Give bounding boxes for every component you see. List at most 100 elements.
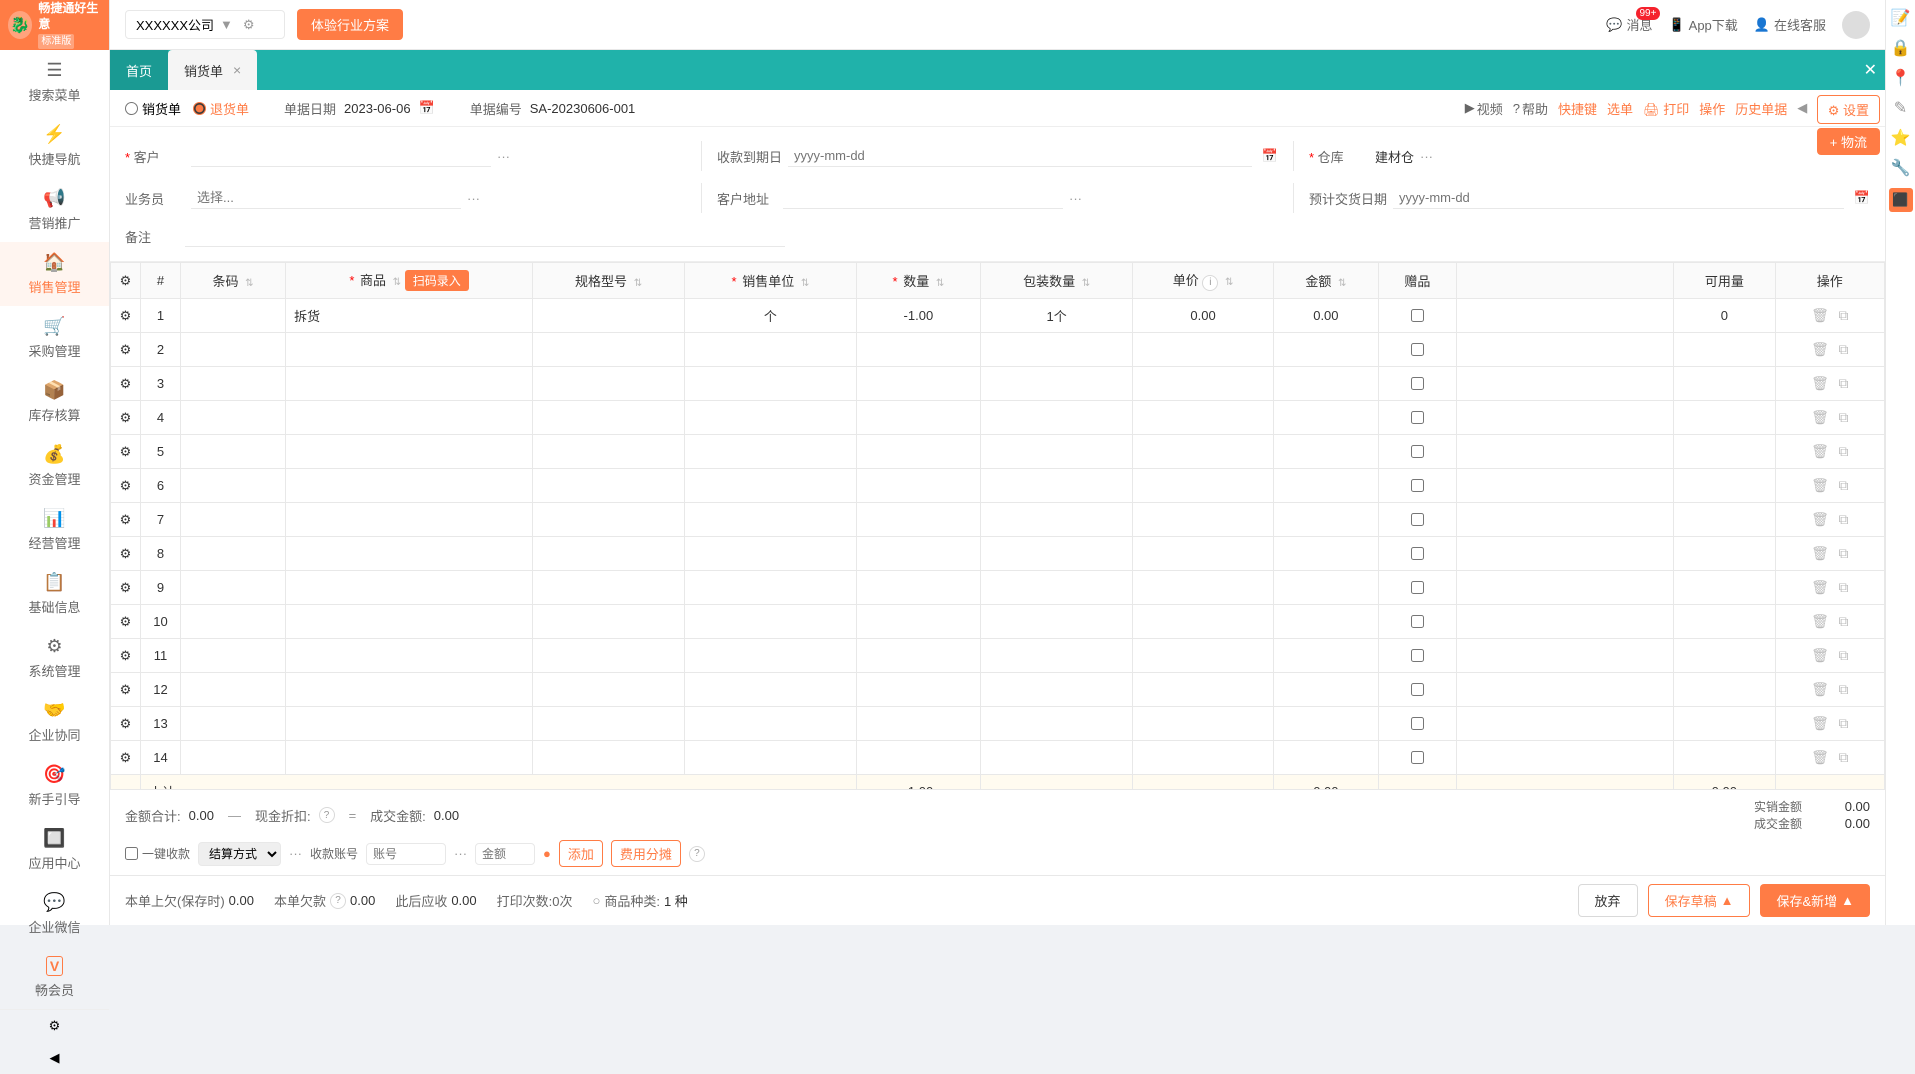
row-unit[interactable]	[685, 401, 857, 435]
row-barcode[interactable]	[181, 469, 286, 503]
row-pack-qty[interactable]: 1个	[981, 299, 1133, 333]
col-gear[interactable]: ⚙	[111, 263, 141, 299]
row-qty[interactable]	[856, 741, 980, 775]
expected-date-calendar-icon[interactable]: 📅	[1854, 190, 1870, 206]
row-pack-qty[interactable]	[981, 503, 1133, 537]
sidebar-item-search[interactable]: ☰ 搜索菜单	[0, 50, 109, 114]
row-gift[interactable]	[1378, 707, 1456, 741]
row-product[interactable]	[286, 741, 533, 775]
row-pack-qty[interactable]	[981, 469, 1133, 503]
payment-method-select[interactable]: 结算方式	[198, 842, 281, 866]
row-price[interactable]	[1133, 707, 1274, 741]
row-product[interactable]	[286, 367, 533, 401]
delete-icon[interactable]: 🗑	[1811, 579, 1829, 595]
row-unit[interactable]	[685, 537, 857, 571]
row-remark[interactable]	[1456, 503, 1673, 537]
row-amount[interactable]	[1273, 639, 1378, 673]
row-barcode[interactable]	[181, 435, 286, 469]
payment-checkbox[interactable]	[125, 847, 138, 860]
row-gift[interactable]	[1378, 639, 1456, 673]
row-unit[interactable]	[685, 605, 857, 639]
row-price[interactable]	[1133, 639, 1274, 673]
radio-return[interactable]: 退货单	[193, 99, 249, 118]
row-gear[interactable]: ⚙	[111, 435, 141, 469]
row-product[interactable]	[286, 571, 533, 605]
logistics-button[interactable]: + 物流 + 物流	[1817, 128, 1880, 155]
row-spec[interactable]	[532, 537, 684, 571]
row-amount[interactable]	[1273, 401, 1378, 435]
row-gift[interactable]	[1378, 741, 1456, 775]
row-spec[interactable]	[532, 299, 684, 333]
row-product[interactable]	[286, 707, 533, 741]
row-unit[interactable]	[685, 435, 857, 469]
row-gear[interactable]: ⚙	[111, 673, 141, 707]
row-amount[interactable]	[1273, 571, 1378, 605]
row-gear[interactable]: ⚙	[111, 707, 141, 741]
row-gift[interactable]	[1378, 435, 1456, 469]
copy-icon[interactable]: ⧉	[1838, 341, 1848, 357]
product-type-icon[interactable]: ○	[592, 893, 600, 908]
row-barcode[interactable]	[181, 503, 286, 537]
row-gear[interactable]: ⚙	[111, 537, 141, 571]
copy-icon[interactable]: ⧉	[1838, 545, 1848, 561]
right-panel-lock-icon[interactable]: 🔒	[1891, 38, 1911, 58]
row-spec[interactable]	[532, 367, 684, 401]
row-unit[interactable]	[685, 367, 857, 401]
settings-button[interactable]: ⚙ ⚙ 设置 设置	[1817, 95, 1880, 124]
copy-icon[interactable]: ⧉	[1838, 749, 1848, 765]
row-barcode[interactable]	[181, 605, 286, 639]
right-panel-notes-icon[interactable]: 📝	[1891, 8, 1911, 28]
row-barcode[interactable]	[181, 707, 286, 741]
row-remark[interactable]	[1456, 639, 1673, 673]
row-qty[interactable]	[856, 537, 980, 571]
row-pack-qty[interactable]	[981, 639, 1133, 673]
row-unit[interactable]: 个	[685, 299, 857, 333]
delete-icon[interactable]: 🗑	[1811, 749, 1829, 765]
row-spec[interactable]	[532, 401, 684, 435]
sidebar-item-wechat[interactable]: 💬 企业微信	[0, 882, 109, 946]
product-sort-icon[interactable]: ⇅	[393, 277, 401, 288]
due-date-calendar-icon[interactable]: 📅	[1262, 148, 1278, 164]
row-price[interactable]	[1133, 435, 1274, 469]
row-remark[interactable]	[1456, 469, 1673, 503]
delete-icon[interactable]: 🗑	[1811, 409, 1829, 425]
copy-icon[interactable]: ⧉	[1838, 715, 1848, 731]
row-barcode[interactable]	[181, 367, 286, 401]
delete-icon[interactable]: 🗑	[1811, 681, 1829, 697]
sidebar-settings[interactable]: ⚙	[0, 1010, 109, 1042]
row-gear[interactable]: ⚙	[111, 367, 141, 401]
row-gift[interactable]	[1378, 605, 1456, 639]
tab-close-icon[interactable]: ×	[233, 62, 241, 78]
row-amount[interactable]	[1273, 333, 1378, 367]
row-unit[interactable]	[685, 571, 857, 605]
sidebar-item-inventory[interactable]: 📦 库存核算	[0, 370, 109, 434]
sidebar-item-marketing[interactable]: 📢 营销推广	[0, 178, 109, 242]
row-spec[interactable]	[532, 639, 684, 673]
row-remark[interactable]	[1456, 367, 1673, 401]
row-spec[interactable]	[532, 333, 684, 367]
sidebar-item-sales[interactable]: 🏠 销售管理	[0, 242, 109, 306]
row-remark[interactable]	[1456, 435, 1673, 469]
app-download-button[interactable]: 📱 App下载	[1668, 15, 1737, 34]
row-pack-qty[interactable]	[981, 707, 1133, 741]
copy-icon[interactable]: ⧉	[1838, 511, 1848, 527]
right-panel-tool-icon[interactable]: 🔧	[1891, 158, 1911, 178]
delete-icon[interactable]: 🗑	[1811, 613, 1829, 629]
row-amount[interactable]: 0.00	[1273, 299, 1378, 333]
right-panel-edit-icon[interactable]: ✎	[1894, 98, 1907, 118]
row-amount[interactable]	[1273, 435, 1378, 469]
row-qty[interactable]	[856, 605, 980, 639]
row-amount[interactable]	[1273, 673, 1378, 707]
row-barcode[interactable]	[181, 401, 286, 435]
user-avatar[interactable]	[1842, 11, 1870, 39]
tab-sales[interactable]: 销货单 ×	[168, 50, 257, 90]
service-button[interactable]: 👤 在线客服	[1754, 15, 1826, 34]
delete-icon[interactable]: 🗑	[1811, 375, 1829, 391]
account-dots[interactable]: ···	[454, 846, 467, 861]
row-pack-qty[interactable]	[981, 401, 1133, 435]
tabbar-close-icon[interactable]: ✕	[1864, 60, 1877, 80]
copy-icon[interactable]: ⧉	[1838, 681, 1848, 697]
customer-input[interactable]	[191, 145, 491, 167]
row-unit[interactable]	[685, 741, 857, 775]
row-amount[interactable]	[1273, 469, 1378, 503]
